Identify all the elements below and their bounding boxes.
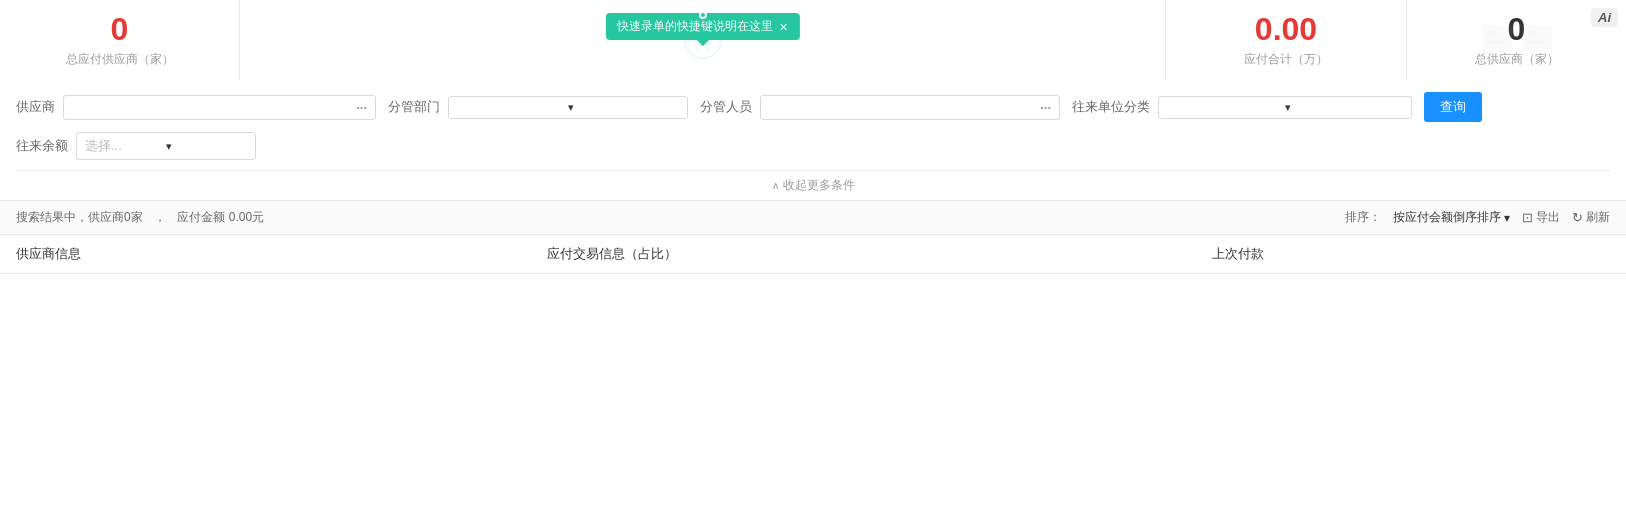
stat-number-payable-suppliers: 0 <box>111 12 129 47</box>
sort-chevron-icon: ▾ <box>1504 211 1510 225</box>
person-label: 分管人员 <box>700 98 752 116</box>
export-label: 导出 <box>1536 209 1560 226</box>
dept-chevron-icon: ▾ <box>568 101 679 114</box>
collapse-more-area: ∧ 收起更多条件 <box>16 170 1610 200</box>
stat-label-payable-total: 应付合计（万） <box>1244 51 1328 68</box>
svg-rect-8 <box>1487 40 1505 44</box>
sort-value: 按应付会额倒序排序 <box>1393 209 1501 226</box>
person-filter-group: 分管人员 ··· <box>700 95 1060 120</box>
table-header: 供应商信息 应付交易信息（占比） 上次付款 <box>0 235 1626 274</box>
person-input[interactable] <box>769 100 1036 115</box>
export-button[interactable]: ⊡ 导出 <box>1522 209 1560 226</box>
svg-rect-4 <box>706 47 709 52</box>
person-input-wrap[interactable]: ··· <box>760 95 1060 120</box>
svg-rect-10 <box>1527 40 1545 44</box>
result-actions: 排序： 按应付会额倒序排序 ▾ ⊡ 导出 ↻ 刷新 <box>1345 209 1610 226</box>
stat-label-payable-suppliers: 总应付供应商（家） <box>66 51 174 68</box>
refresh-icon: ↻ <box>1572 210 1583 225</box>
unit-class-filter-group: 往来单位分类 ▾ <box>1072 96 1412 119</box>
collapse-button[interactable]: ∧ 收起更多条件 <box>772 177 855 194</box>
filter-row-1: 供应商 ··· 分管部门 ▾ 分管人员 ··· 往来单位分类 <box>16 92 1610 122</box>
svg-rect-9 <box>1527 30 1535 36</box>
export-icon: ⊡ <box>1522 210 1533 225</box>
result-amount: 应付金额 0.00元 <box>177 210 264 224</box>
result-text: 搜索结果中，供应商0家 <box>16 210 143 224</box>
result-summary: 搜索结果中，供应商0家 ， 应付金额 0.00元 <box>16 209 264 226</box>
person-dots[interactable]: ··· <box>1040 100 1051 115</box>
stat-label-total-suppliers: 总供应商（家） <box>1475 51 1559 68</box>
collapse-label: 收起更多条件 <box>783 177 855 194</box>
supplier-input-wrap[interactable]: ··· <box>63 95 376 120</box>
tooltip-close-icon[interactable]: × <box>779 20 787 34</box>
stats-bar: 0 总应付供应商（家） 快速录单的快捷键说明在这里 × 0.00 应付合计（万） <box>0 0 1626 80</box>
unit-class-label: 往来单位分类 <box>1072 98 1150 116</box>
result-bar: 搜索结果中，供应商0家 ， 应付金额 0.00元 排序： 按应付会额倒序排序 ▾… <box>0 201 1626 235</box>
stat-total-payable-suppliers: 0 总应付供应商（家） <box>0 0 240 80</box>
unit-class-select[interactable]: ▾ <box>1158 96 1412 119</box>
col-header-payable-info: 应付交易信息（占比） <box>547 245 1211 263</box>
supplier-label: 供应商 <box>16 98 55 116</box>
refresh-label: 刷新 <box>1586 209 1610 226</box>
supplier-dots[interactable]: ··· <box>356 100 367 115</box>
query-button[interactable]: 查询 <box>1424 92 1482 122</box>
stat-number-total-suppliers: 0 <box>1508 12 1526 47</box>
balance-select[interactable]: 选择... ▾ <box>76 132 256 160</box>
tooltip-dot <box>699 11 707 19</box>
balance-label: 往来余额 <box>16 137 68 155</box>
sort-select[interactable]: 按应付会额倒序排序 ▾ <box>1393 209 1510 226</box>
supplier-filter-group: 供应商 ··· <box>16 95 376 120</box>
supplier-input[interactable] <box>72 100 352 115</box>
collapse-up-icon: ∧ <box>772 180 779 191</box>
dept-select[interactable]: ▾ <box>448 96 688 119</box>
col-header-last-payment: 上次付款 <box>1212 245 1611 263</box>
table-body <box>0 274 1626 515</box>
filter-row-2: 往来余额 选择... ▾ <box>16 132 1610 160</box>
dept-filter-group: 分管部门 ▾ <box>388 96 688 119</box>
svg-rect-3 <box>696 47 699 52</box>
balance-placeholder: 选择... <box>85 137 166 155</box>
balance-chevron-icon: ▾ <box>166 140 247 153</box>
center-icon-area: 快速录单的快捷键说明在这里 × <box>240 0 1166 80</box>
svg-rect-7 <box>1487 30 1495 36</box>
refresh-button[interactable]: ↻ 刷新 <box>1572 209 1610 226</box>
ai-badge[interactable]: Ai <box>1591 8 1618 27</box>
data-table: 供应商信息 应付交易信息（占比） 上次付款 <box>0 235 1626 515</box>
stat-number-payable-total: 0.00 <box>1255 12 1317 47</box>
col-header-supplier-info: 供应商信息 <box>16 245 547 263</box>
filter-area: 供应商 ··· 分管部门 ▾ 分管人员 ··· 往来单位分类 <box>0 80 1626 201</box>
result-separator: ， <box>154 210 166 224</box>
sort-label: 排序： <box>1345 209 1381 226</box>
dept-label: 分管部门 <box>388 98 440 116</box>
unit-class-chevron-icon: ▾ <box>1285 101 1403 114</box>
tooltip-text: 快速录单的快捷键说明在这里 <box>617 18 773 35</box>
stat-total-suppliers: 0 总供应商（家） Ai <box>1406 0 1626 80</box>
stat-payable-total: 0.00 应付合计（万） <box>1166 0 1406 80</box>
